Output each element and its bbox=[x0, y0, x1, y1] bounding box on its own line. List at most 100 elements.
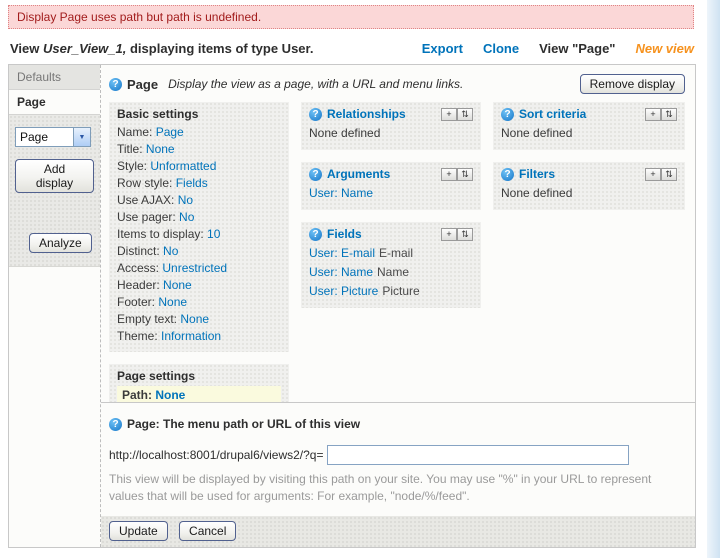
view-title: View User_View_1, displaying items of ty… bbox=[10, 41, 402, 56]
view-title-prefix: View bbox=[10, 41, 44, 56]
tab-defaults[interactable]: Defaults bbox=[9, 65, 100, 90]
setting-row: Use AJAX: No bbox=[117, 192, 281, 209]
path-help-text: This view will be displayed by visiting … bbox=[109, 472, 652, 503]
rearrange-icon[interactable]: ⇅ bbox=[661, 167, 677, 181]
page-settings-title: Page settings bbox=[117, 369, 196, 383]
analyze-button[interactable]: Analyze bbox=[29, 233, 92, 253]
chevron-down-icon: ▼ bbox=[73, 128, 90, 146]
field-item: User: E-mail E-mail bbox=[309, 244, 473, 263]
tab-page-label: Page bbox=[17, 95, 46, 109]
field-item-link[interactable]: User: Picture bbox=[309, 284, 378, 298]
settings-columns: Basic settings Name: Page Title: None St… bbox=[101, 98, 695, 428]
setting-row: Access: Unrestricted bbox=[117, 260, 281, 277]
help-icon[interactable]: ? bbox=[109, 417, 122, 431]
view-title-suffix: displaying items of type User. bbox=[126, 41, 314, 56]
help-icon[interactable]: ? bbox=[309, 107, 322, 121]
setting-value-link[interactable]: No bbox=[163, 244, 178, 258]
setting-value-link[interactable]: No bbox=[178, 193, 193, 207]
fields-block: ? Fields + ⇅ User: E-mail E-mail User: Na… bbox=[301, 222, 481, 308]
help-icon[interactable]: ? bbox=[309, 227, 322, 241]
filters-empty: None defined bbox=[501, 186, 573, 200]
remove-display-button[interactable]: Remove display bbox=[579, 74, 685, 94]
setting-value-link[interactable]: Page bbox=[156, 125, 184, 139]
settings-column-3: ? Sort criteria + ⇅ None defined ? Filte… bbox=[493, 102, 685, 222]
fields-title-link[interactable]: Fields bbox=[327, 227, 362, 241]
arguments-block: ? Arguments + ⇅ User: Name bbox=[301, 162, 481, 210]
setting-value-link[interactable]: 10 bbox=[207, 227, 220, 241]
field-item-link[interactable]: User: E-mail bbox=[309, 246, 375, 260]
add-icon[interactable]: + bbox=[645, 167, 661, 181]
help-icon[interactable]: ? bbox=[501, 107, 514, 121]
relationships-title-link[interactable]: Relationships bbox=[327, 107, 406, 121]
setting-row: Items to display: 10 bbox=[117, 226, 281, 243]
tab-page[interactable]: Page bbox=[9, 90, 100, 115]
display-type-select[interactable]: Page ▼ bbox=[15, 127, 91, 147]
rearrange-icon[interactable]: ⇅ bbox=[457, 227, 473, 241]
help-icon[interactable]: ? bbox=[309, 167, 322, 181]
sort-criteria-title-link[interactable]: Sort criteria bbox=[519, 107, 586, 121]
clone-link[interactable]: Clone bbox=[483, 41, 519, 56]
setting-label: Access: bbox=[117, 261, 160, 275]
display-settings-main: ? Page Display the view as a page, with … bbox=[101, 65, 695, 547]
setting-row: Title: None bbox=[117, 141, 281, 158]
field-item: User: Name Name bbox=[309, 263, 473, 282]
setting-row: Theme: Information bbox=[117, 328, 281, 345]
path-label: Path: bbox=[122, 388, 152, 402]
setting-label: Name: bbox=[117, 125, 153, 139]
setting-value-link[interactable]: None bbox=[146, 142, 175, 156]
setting-value-link[interactable]: None bbox=[158, 295, 187, 309]
add-icon[interactable]: + bbox=[441, 227, 457, 241]
help-icon[interactable]: ? bbox=[501, 167, 514, 181]
add-icon[interactable]: + bbox=[441, 107, 457, 121]
setting-row: Name: Page bbox=[117, 124, 281, 141]
setting-row: Style: Unformatted bbox=[117, 158, 281, 175]
setting-label: Use AJAX: bbox=[117, 193, 175, 207]
add-icon[interactable]: + bbox=[441, 167, 457, 181]
display-header: ? Page Display the view as a page, with … bbox=[101, 65, 695, 98]
setting-label: Items to display: bbox=[117, 227, 204, 241]
field-item: User: Picture Picture bbox=[309, 282, 473, 301]
cancel-button[interactable]: Cancel bbox=[179, 521, 237, 541]
setting-row: Footer: None bbox=[117, 294, 281, 311]
error-message-text: Display Page uses path but path is undef… bbox=[17, 10, 262, 24]
setting-row: Distinct: No bbox=[117, 243, 281, 260]
setting-label: Empty text: bbox=[117, 312, 178, 326]
path-form-title: Page: The menu path or URL of this view bbox=[127, 417, 361, 431]
view-page-link[interactable]: View "Page" bbox=[539, 41, 615, 56]
tab-defaults-label: Defaults bbox=[17, 70, 62, 84]
path-url-prefix: http://localhost:8001/drupal6/views2/?q= bbox=[109, 448, 324, 462]
setting-value-link[interactable]: Unformatted bbox=[150, 159, 216, 173]
setting-value-link[interactable]: None bbox=[163, 278, 192, 292]
arguments-title-link[interactable]: Arguments bbox=[327, 167, 390, 181]
rearrange-icon[interactable]: ⇅ bbox=[661, 107, 677, 121]
setting-value-link[interactable]: None bbox=[180, 312, 209, 326]
settings-column-1: Basic settings Name: Page Title: None St… bbox=[109, 102, 289, 440]
path-value-link[interactable]: None bbox=[155, 388, 185, 402]
setting-row: Empty text: None bbox=[117, 311, 281, 328]
setting-value-link[interactable]: Fields bbox=[176, 176, 208, 190]
add-display-button[interactable]: Add display bbox=[15, 159, 94, 193]
add-icon[interactable]: + bbox=[645, 107, 661, 121]
path-form: ? Page: The menu path or URL of this vie… bbox=[101, 402, 695, 547]
settings-column-2: ? Relationships + ⇅ None defined ? Argum… bbox=[301, 102, 481, 320]
new-view-link[interactable]: New view bbox=[635, 41, 694, 56]
sort-criteria-block: ? Sort criteria + ⇅ None defined bbox=[493, 102, 685, 150]
views-ui-container: Defaults Page Page ▼ Add display Analyze… bbox=[8, 64, 696, 548]
setting-value-link[interactable]: No bbox=[179, 210, 194, 224]
setting-value-link[interactable]: Information bbox=[161, 329, 221, 343]
relationships-block: ? Relationships + ⇅ None defined bbox=[301, 102, 481, 150]
path-input[interactable] bbox=[327, 445, 630, 465]
argument-item-link[interactable]: User: Name bbox=[309, 186, 373, 200]
setting-label: Footer: bbox=[117, 295, 156, 309]
setting-value-link[interactable]: Unrestricted bbox=[162, 261, 227, 275]
update-button[interactable]: Update bbox=[109, 521, 168, 541]
filters-title-link[interactable]: Filters bbox=[519, 167, 555, 181]
help-icon[interactable]: ? bbox=[109, 77, 122, 91]
rearrange-icon[interactable]: ⇅ bbox=[457, 107, 473, 121]
setting-label: Style: bbox=[117, 159, 148, 173]
field-item-link[interactable]: User: Name bbox=[309, 265, 373, 279]
export-link[interactable]: Export bbox=[422, 41, 463, 56]
page-background-gradient bbox=[707, 0, 720, 558]
rearrange-icon[interactable]: ⇅ bbox=[457, 167, 473, 181]
path-url-row: http://localhost:8001/drupal6/views2/?q= bbox=[101, 445, 695, 465]
